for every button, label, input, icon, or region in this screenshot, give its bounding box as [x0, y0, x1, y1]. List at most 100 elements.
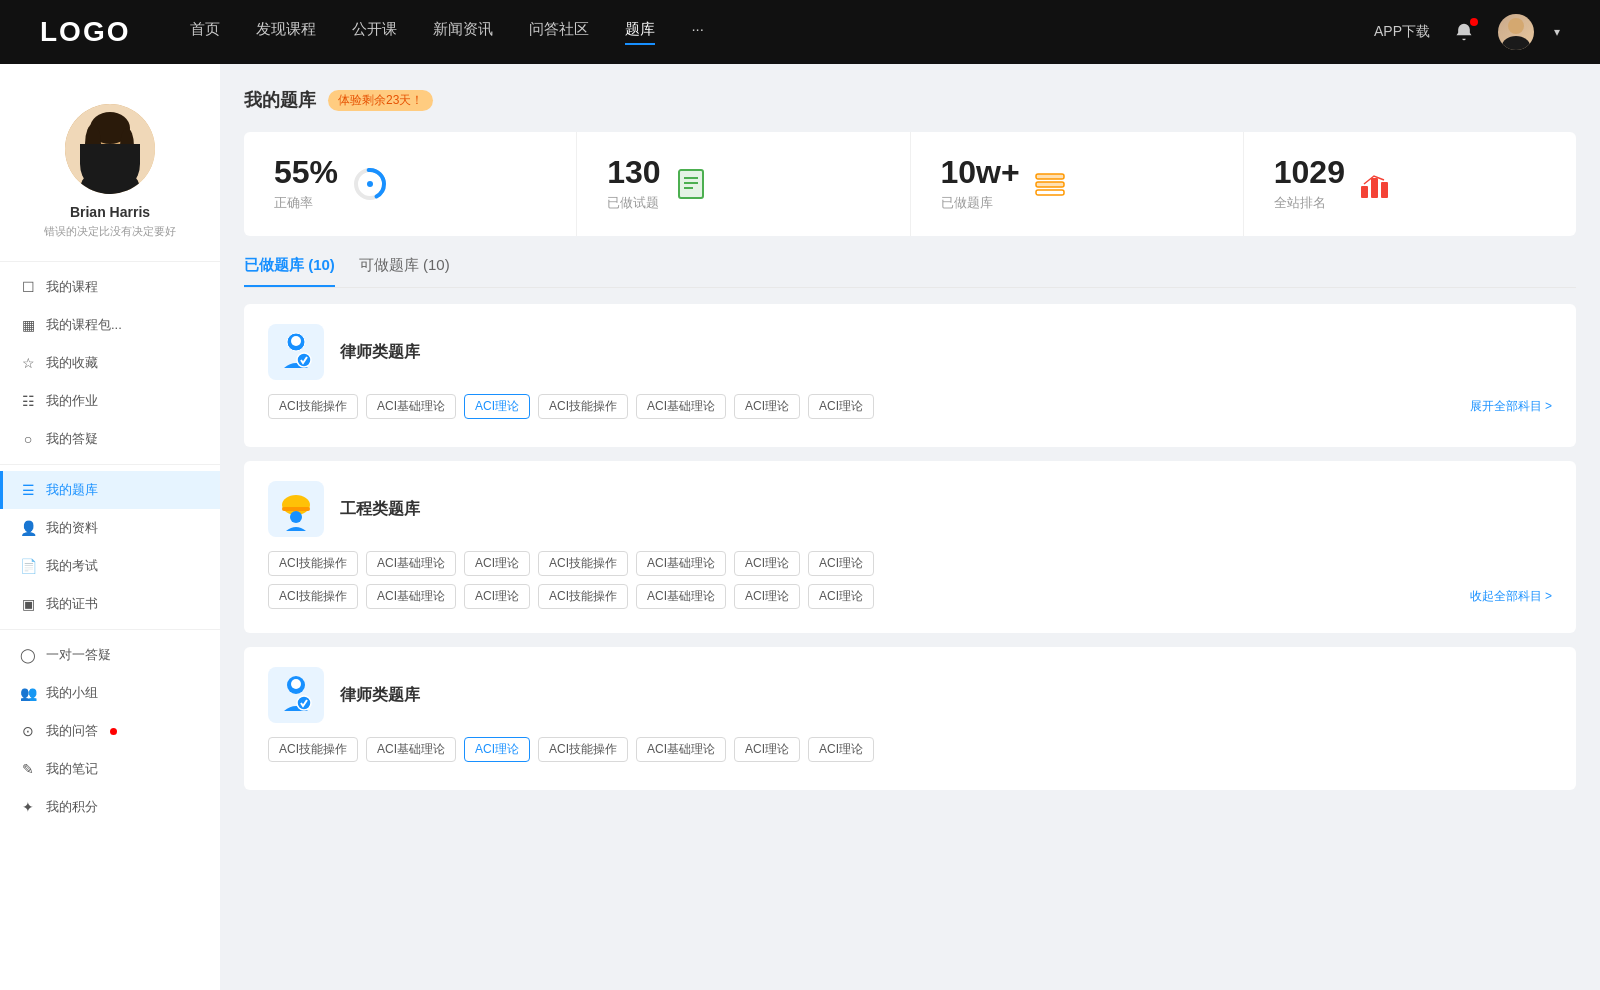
stat-ranking-text: 1029 全站排名: [1274, 156, 1345, 212]
tag-3-4[interactable]: ACI基础理论: [636, 737, 726, 762]
navbar: LOGO 首页 发现课程 公开课 新闻资讯 问答社区 题库 ··· APP下载 …: [0, 0, 1600, 64]
1on1-icon: ◯: [20, 647, 36, 663]
tag-3-6[interactable]: ACI理论: [808, 737, 874, 762]
svg-rect-30: [282, 507, 310, 511]
active-indicator: [0, 471, 3, 509]
svg-point-6: [85, 124, 101, 164]
stat-ranking-value: 1029: [1274, 156, 1345, 188]
notification-bell[interactable]: [1450, 18, 1478, 46]
svg-point-4: [80, 167, 140, 194]
tag-2-5[interactable]: ACI理论: [734, 551, 800, 576]
sidebar-item-notes[interactable]: ✎ 我的笔记: [0, 750, 220, 788]
tag-1-3[interactable]: ACI技能操作: [538, 394, 628, 419]
tags-row-2b: ACI技能操作 ACI基础理论 ACI理论 ACI技能操作 ACI基础理论 AC…: [268, 584, 1552, 609]
tag-1-5[interactable]: ACI理论: [734, 394, 800, 419]
svg-point-27: [291, 336, 301, 346]
tag-1-2[interactable]: ACI理论: [464, 394, 530, 419]
tag-2-3[interactable]: ACI技能操作: [538, 551, 628, 576]
tag-3-1[interactable]: ACI基础理论: [366, 737, 456, 762]
page-header: 我的题库 体验剩余23天！: [244, 88, 1576, 112]
tag-2-6[interactable]: ACI理论: [808, 551, 874, 576]
app-download[interactable]: APP下载: [1374, 23, 1430, 41]
tag-2-2[interactable]: ACI理论: [464, 551, 530, 576]
points-icon: ✦: [20, 799, 36, 815]
sidebar-item-group[interactable]: 👥 我的小组: [0, 674, 220, 712]
exam-icon: 📄: [20, 558, 36, 574]
tab-done[interactable]: 已做题库 (10): [244, 256, 335, 287]
stat-ranking-label: 全站排名: [1274, 194, 1345, 212]
tag-1-1[interactable]: ACI基础理论: [366, 394, 456, 419]
tag-3-2[interactable]: ACI理论: [464, 737, 530, 762]
sidebar-divider-3: [0, 629, 220, 630]
qbank-title-1: 律师类题库: [340, 342, 420, 363]
tag-2b-1[interactable]: ACI基础理论: [366, 584, 456, 609]
nav-qa[interactable]: 问答社区: [529, 20, 589, 45]
page-title: 我的题库: [244, 88, 316, 112]
qbank-menu-icon: ☰: [20, 482, 36, 498]
tag-2-0[interactable]: ACI技能操作: [268, 551, 358, 576]
qbank-title-2: 工程类题库: [340, 499, 420, 520]
svg-rect-24: [1381, 182, 1388, 198]
sidebar-item-favorites[interactable]: ☆ 我的收藏: [0, 344, 220, 382]
qbank-icon-wrap-3: [268, 667, 324, 723]
main-content: 我的题库 体验剩余23天！ 55% 正确率 13: [220, 64, 1600, 990]
logo: LOGO: [40, 16, 130, 48]
nav-qbank[interactable]: 题库: [625, 20, 655, 45]
qbank-card-lawyer-1: 律师类题库 ACI技能操作 ACI基础理论 ACI理论 ACI技能操作 ACI基…: [244, 304, 1576, 447]
user-avatar[interactable]: [1498, 14, 1534, 50]
user-dropdown-arrow[interactable]: ▾: [1554, 25, 1560, 39]
sidebar-item-exam[interactable]: 📄 我的考试: [0, 547, 220, 585]
tag-1-6[interactable]: ACI理论: [808, 394, 874, 419]
sidebar-item-1on1[interactable]: ◯ 一对一答疑: [0, 636, 220, 674]
tag-2b-3[interactable]: ACI技能操作: [538, 584, 628, 609]
tag-2b-2[interactable]: ACI理论: [464, 584, 530, 609]
stat-banks-label: 已做题库: [941, 194, 1020, 212]
sidebar-menu: ☐ 我的课程 ▦ 我的课程包... ☆ 我的收藏 ☷ 我的作业 ○ 我的答疑: [0, 268, 220, 846]
layout: Brian Harris 错误的决定比没有决定要好 ☐ 我的课程 ▦ 我的课程包…: [0, 64, 1600, 990]
tag-3-3[interactable]: ACI技能操作: [538, 737, 628, 762]
tag-1-4[interactable]: ACI基础理论: [636, 394, 726, 419]
group-icon: 👥: [20, 685, 36, 701]
nav-open-course[interactable]: 公开课: [352, 20, 397, 45]
tag-2b-0[interactable]: ACI技能操作: [268, 584, 358, 609]
lawyer-icon-2: [274, 673, 318, 717]
avatar-image: [1498, 14, 1534, 50]
sidebar-item-cert[interactable]: ▣ 我的证书: [0, 585, 220, 623]
sidebar-item-my-qa[interactable]: ⊙ 我的问答: [0, 712, 220, 750]
tag-2b-4[interactable]: ACI基础理论: [636, 584, 726, 609]
sidebar-item-profile[interactable]: 👤 我的资料: [0, 509, 220, 547]
expand-btn-1[interactable]: 展开全部科目 >: [1470, 394, 1552, 419]
sidebar-item-points[interactable]: ✦ 我的积分: [0, 788, 220, 826]
qbank-header-1: 律师类题库: [268, 324, 1552, 380]
sidebar-item-homework[interactable]: ☷ 我的作业: [0, 382, 220, 420]
tag-3-0[interactable]: ACI技能操作: [268, 737, 358, 762]
profile-icon: 👤: [20, 520, 36, 536]
tab-available[interactable]: 可做题库 (10): [359, 256, 450, 287]
lawyer-icon: [274, 330, 318, 374]
nav-more[interactable]: ···: [691, 20, 704, 45]
nav-home[interactable]: 首页: [190, 20, 220, 45]
navbar-right: APP下载 ▾: [1374, 14, 1560, 50]
tag-2-4[interactable]: ACI基础理论: [636, 551, 726, 576]
sidebar: Brian Harris 错误的决定比没有决定要好 ☐ 我的课程 ▦ 我的课程包…: [0, 64, 220, 990]
tag-2b-6[interactable]: ACI理论: [808, 584, 874, 609]
sidebar-item-my-courses[interactable]: ☐ 我的课程: [0, 268, 220, 306]
collapse-btn-2[interactable]: 收起全部科目 >: [1470, 584, 1552, 609]
tag-2-1[interactable]: ACI基础理论: [366, 551, 456, 576]
svg-rect-22: [1361, 186, 1368, 198]
svg-rect-21: [1036, 190, 1064, 195]
sidebar-item-qbank[interactable]: ☰ 我的题库: [0, 471, 220, 509]
svg-point-7: [120, 128, 134, 164]
svg-rect-23: [1371, 178, 1378, 198]
tag-3-5[interactable]: ACI理论: [734, 737, 800, 762]
tag-1-0[interactable]: ACI技能操作: [268, 394, 358, 419]
my-qa-icon: ⊙: [20, 723, 36, 739]
banks-list-icon: [1034, 168, 1066, 200]
sidebar-item-course-packages[interactable]: ▦ 我的课程包...: [0, 306, 220, 344]
sidebar-item-qa[interactable]: ○ 我的答疑: [0, 420, 220, 458]
nav-news[interactable]: 新闻资讯: [433, 20, 493, 45]
nav-discover[interactable]: 发现课程: [256, 20, 316, 45]
stat-questions-value: 130: [607, 156, 660, 188]
profile-avatar-svg: [65, 104, 155, 194]
tag-2b-5[interactable]: ACI理论: [734, 584, 800, 609]
